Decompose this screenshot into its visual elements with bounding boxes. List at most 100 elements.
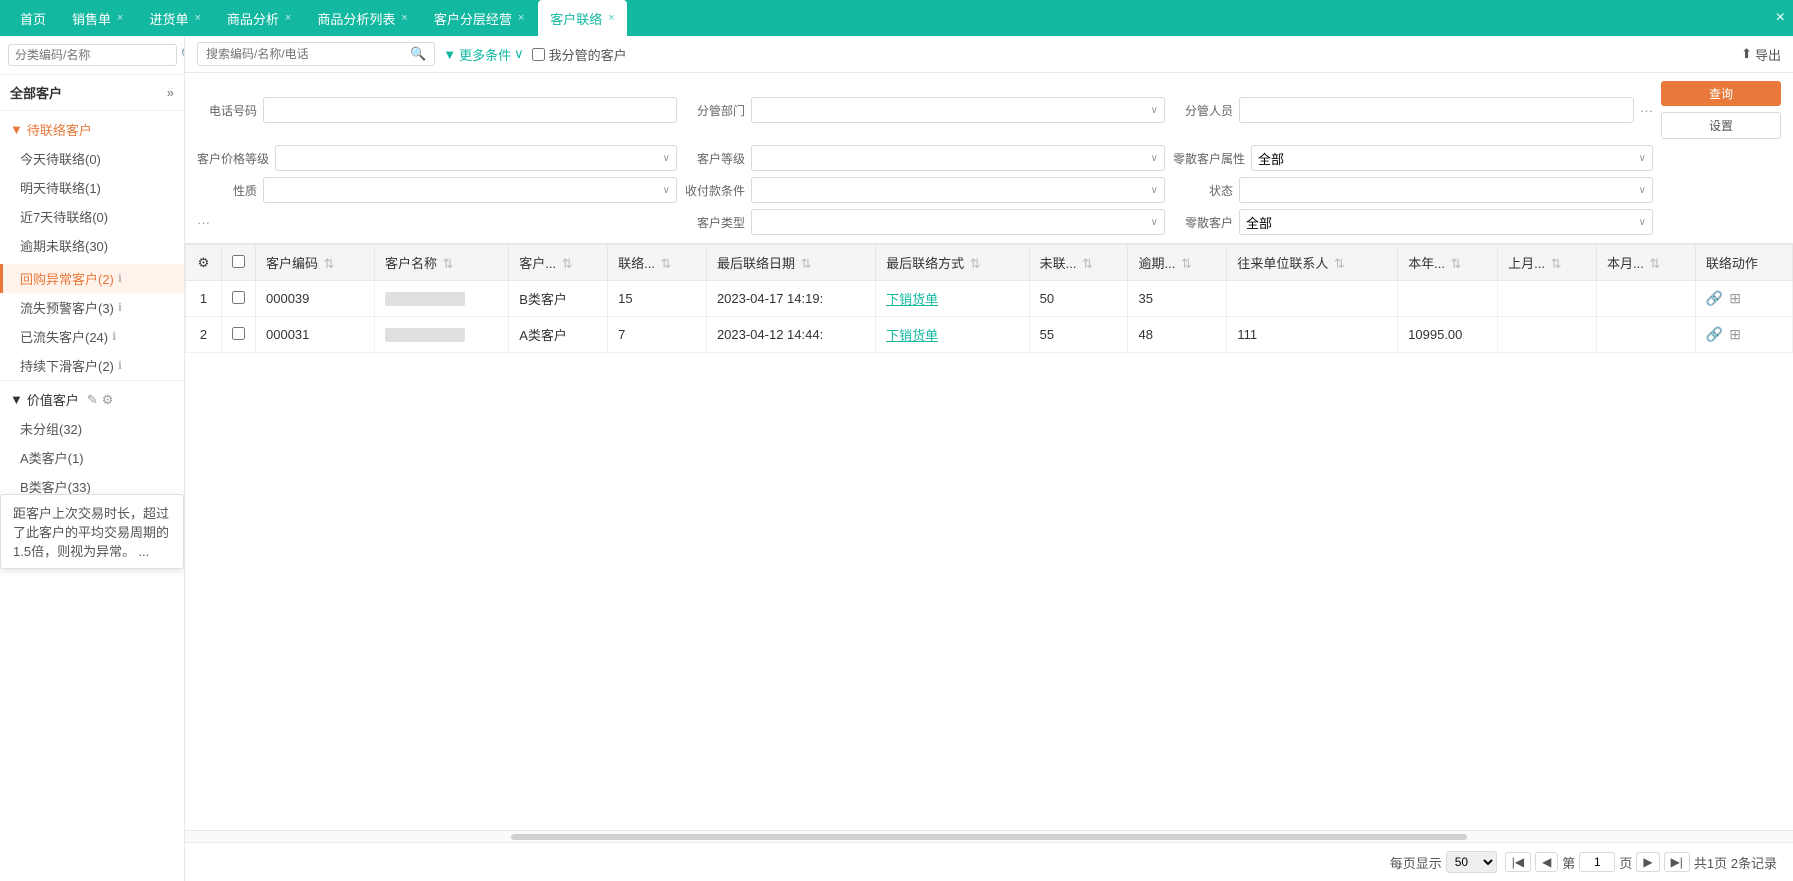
table-settings-icon[interactable]: ⚙ — [198, 255, 210, 270]
nav-item-analysis-list[interactable]: 商品分析列表 × — [305, 0, 419, 36]
col-last-month-header[interactable]: 上月... ⇅ — [1498, 245, 1597, 281]
nav-close-analysis-list[interactable]: × — [401, 12, 407, 24]
sidebar-item-churned[interactable]: 已流失客户(24) ℹ — [0, 322, 184, 351]
col-settings[interactable]: ⚙ — [186, 245, 222, 281]
row1-link-icon[interactable]: 🔗 — [1706, 290, 1723, 307]
filter-phone: 电话号码 — [197, 97, 677, 123]
nav-item-customer-contact[interactable]: 客户联络 × — [538, 0, 626, 36]
col-code-header[interactable]: 客户编码 ⇅ — [256, 245, 375, 281]
nature-arrow: ∨ — [663, 185, 670, 196]
filter-search-input[interactable] — [206, 47, 406, 61]
sidebar-item-declining[interactable]: 持续下滑客户(2) ℹ — [0, 351, 184, 380]
customer-table: ⚙ 客户编码 ⇅ 客户名称 ⇅ — [185, 244, 1793, 353]
nav-close-customer-contact[interactable]: × — [608, 12, 614, 24]
retail-attr-select[interactable]: 全部 ∨ — [1251, 145, 1653, 171]
sidebar-item-repurchase-anomaly[interactable]: 回购异常客户(2) ℹ — [0, 264, 184, 293]
col-type-header[interactable]: 客户... ⇅ — [509, 245, 608, 281]
col-last-contact-method-header[interactable]: 最后联络方式 ⇅ — [876, 245, 1030, 281]
filter-search-icon[interactable]: 🔍 — [410, 46, 426, 62]
nav-close-sales[interactable]: × — [117, 12, 123, 24]
row1-contact-count: 15 — [608, 281, 707, 317]
nav-home[interactable]: 首页 — [8, 0, 58, 36]
export-button[interactable]: ⬆ 导出 — [1741, 45, 1781, 64]
col-overdue-header[interactable]: 逾期... ⇅ — [1128, 245, 1227, 281]
dept-select[interactable]: ∨ — [751, 97, 1165, 123]
next-page-button[interactable]: ▶ — [1636, 852, 1659, 872]
status-select[interactable]: ∨ — [1239, 177, 1653, 203]
arrow-down-icon: ▼ — [10, 122, 23, 137]
col-this-month-header[interactable]: 本月... ⇅ — [1597, 245, 1696, 281]
last-page-button[interactable]: ▶| — [1664, 852, 1690, 872]
settings-icon-value[interactable]: ⚙ — [102, 392, 114, 408]
customer-level-select[interactable]: ∨ — [751, 145, 1165, 171]
row2-select-checkbox[interactable] — [232, 327, 245, 340]
page-number-input[interactable] — [1579, 852, 1615, 872]
query-button[interactable]: 查询 — [1661, 81, 1781, 106]
row2-grid-icon[interactable]: ⊞ — [1729, 326, 1741, 343]
customer-type-select[interactable]: ∨ — [751, 209, 1165, 235]
sidebar-group-pending[interactable]: ▼ 待联络客户 — [0, 115, 184, 144]
col-name-header[interactable]: 客户名称 ⇅ — [375, 245, 509, 281]
filter-form: 电话号码 分管部门 ∨ 分管人员 ··· — [185, 73, 1793, 244]
select-all-checkbox[interactable] — [232, 255, 245, 268]
filter-more-conditions[interactable]: ▼ 更多条件 ∨ — [443, 45, 523, 64]
nav-close-purchase[interactable]: × — [194, 12, 200, 24]
row1-select-checkbox[interactable] — [232, 291, 245, 304]
col-last-contact-date-label: 最后联络日期 — [717, 256, 795, 271]
manager-dots[interactable]: ··· — [1640, 103, 1653, 118]
sidebar-item-7days[interactable]: 近7天待联络(0) — [0, 202, 184, 231]
sidebar-collapse-icon[interactable]: » — [167, 85, 174, 100]
horizontal-scrollbar[interactable] — [185, 830, 1793, 842]
retail-customer-select[interactable]: 全部 ∨ — [1239, 209, 1653, 235]
nav-item-sales[interactable]: 销售单 × — [60, 0, 135, 36]
per-page-select[interactable]: 50 100 200 — [1446, 851, 1497, 873]
row2-name[interactable] — [375, 317, 509, 353]
row1-action: 🔗 ⊞ — [1695, 281, 1792, 317]
col-last-contact-date-header[interactable]: 最后联络日期 ⇅ — [706, 245, 875, 281]
row2-contact-count: 7 — [608, 317, 707, 353]
nav-close-customer-mgmt[interactable]: × — [518, 12, 524, 24]
first-page-button[interactable]: |◀ — [1505, 852, 1531, 872]
sidebar-item-today[interactable]: 今天待联络(0) — [0, 144, 184, 173]
nav-item-customer-mgmt[interactable]: 客户分层经营 × — [422, 0, 536, 36]
col-this-year-header[interactable]: 本年... ⇅ — [1398, 245, 1498, 281]
row2-last-contact-method[interactable]: 下销货单 — [876, 317, 1030, 353]
settings-button[interactable]: 设置 — [1661, 112, 1781, 139]
sidebar-item-overdue[interactable]: 逾期未联络(30) — [0, 231, 184, 260]
col-contact-count-header[interactable]: 联络... ⇅ — [608, 245, 707, 281]
edit-icon-value[interactable]: ✎ — [87, 392, 98, 408]
sidebar-item-class-a[interactable]: A类客户(1) — [0, 443, 184, 472]
row1-name[interactable] — [375, 281, 509, 317]
phone-input[interactable] — [263, 97, 677, 123]
manager-select[interactable] — [1239, 97, 1634, 123]
customer-type-label: 客户类型 — [685, 214, 745, 231]
sidebar-search-input[interactable] — [8, 44, 177, 66]
prev-page-button[interactable]: ◀ — [1535, 852, 1558, 872]
sidebar-item-churn-warning[interactable]: 流失预警客户(3) ℹ — [0, 293, 184, 322]
sidebar-item-tomorrow[interactable]: 明天待联络(1) — [0, 173, 184, 202]
info-icon-churned: ℹ — [112, 330, 116, 343]
chevron-down-icon: ∨ — [514, 46, 524, 62]
row2-link-icon[interactable]: 🔗 — [1706, 326, 1723, 343]
payment-terms-select[interactable]: ∨ — [751, 177, 1165, 203]
col-contacts-header[interactable]: 往来单位联系人 ⇅ — [1227, 245, 1398, 281]
sidebar-item-ungrouped[interactable]: 未分组(32) — [0, 414, 184, 443]
scroll-thumb[interactable] — [511, 834, 1466, 840]
status-label: 状态 — [1173, 182, 1233, 199]
row2-contact-method-link[interactable]: 下销货单 — [886, 328, 938, 343]
nature-select[interactable]: ∨ — [263, 177, 677, 203]
filter-more-dots-left[interactable]: ··· — [197, 215, 210, 230]
price-level-select[interactable]: ∨ — [275, 145, 677, 171]
close-app-button[interactable]: × — [1776, 9, 1785, 27]
nav-item-analysis[interactable]: 商品分析 × — [215, 0, 303, 36]
row1-contact-method-link[interactable]: 下销货单 — [886, 292, 938, 307]
nav-item-purchase[interactable]: 进货单 × — [137, 0, 212, 36]
repurchase-anomaly-label: 回购异常客户(2) — [20, 269, 114, 288]
my-customers-checkbox[interactable] — [532, 48, 545, 61]
row1-grid-icon[interactable]: ⊞ — [1729, 290, 1741, 307]
col-uncontacted-header[interactable]: 未联... ⇅ — [1029, 245, 1128, 281]
sidebar-group-value[interactable]: ▼ 价值客户 ✎ ⚙ — [0, 385, 184, 414]
nav-close-analysis[interactable]: × — [285, 12, 291, 24]
row1-last-contact-method[interactable]: 下销货单 — [876, 281, 1030, 317]
top-nav: 首页 销售单 × 进货单 × 商品分析 × 商品分析列表 × 客户分层经营 × … — [0, 0, 1793, 36]
